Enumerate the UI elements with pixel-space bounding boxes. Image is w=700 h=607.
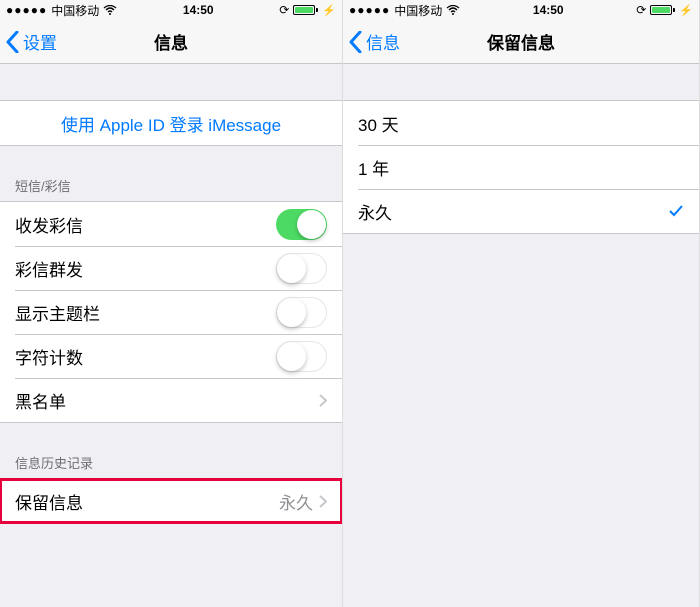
- screen-keep-messages: ●●●●● 中国移动 14:50 ⟳ ⚡ 信息 保留信息 30 天 1 年 永: [343, 0, 700, 607]
- back-label: 信息: [366, 29, 400, 54]
- carrier-label: 中国移动: [394, 2, 442, 19]
- option-label: 30 天: [358, 111, 684, 136]
- switch-group-mms[interactable]: [276, 253, 327, 284]
- row-label: 显示主题栏: [15, 300, 276, 325]
- status-bar: ●●●●● 中国移动 14:50 ⟳ ⚡: [343, 0, 699, 20]
- row-group-mms: 彩信群发: [0, 246, 342, 290]
- chevron-left-icon: [6, 31, 19, 53]
- rotation-lock-icon: ⟳: [636, 3, 646, 17]
- section-header-sms: 短信/彩信: [0, 170, 342, 201]
- nav-bar: 信息 保留信息: [343, 20, 699, 64]
- signal-dots-icon: ●●●●●: [6, 3, 47, 17]
- options-content: 30 天 1 年 永久: [343, 64, 699, 234]
- chevron-right-icon: [319, 394, 327, 407]
- row-value: 永久: [279, 489, 313, 514]
- clock: 14:50: [183, 3, 214, 17]
- back-button[interactable]: 信息: [343, 29, 400, 54]
- battery-icon: [650, 5, 675, 15]
- row-label: 黑名单: [15, 388, 319, 413]
- charging-icon: ⚡: [679, 4, 693, 17]
- switch-mms[interactable]: [276, 209, 327, 240]
- status-bar: ●●●●● 中国移动 14:50 ⟳ ⚡: [0, 0, 342, 20]
- row-keep-messages[interactable]: 保留信息 永久: [0, 479, 342, 523]
- settings-content: 使用 Apple ID 登录 iMessage 短信/彩信 收发彩信 彩信群发 …: [0, 64, 342, 524]
- option-label: 1 年: [358, 155, 684, 180]
- option-30-days[interactable]: 30 天: [343, 101, 699, 145]
- charging-icon: ⚡: [322, 4, 336, 17]
- nav-bar: 设置 信息: [0, 20, 342, 64]
- wifi-icon: [446, 5, 460, 15]
- row-label: 保留信息: [15, 489, 279, 514]
- checkmark-icon: [668, 203, 684, 219]
- screen-messages-settings: ●●●●● 中国移动 14:50 ⟳ ⚡ 设置 信息 使用 Apple ID 登…: [0, 0, 343, 607]
- row-subject-field: 显示主题栏: [0, 290, 342, 334]
- row-label: 彩信群发: [15, 256, 276, 281]
- option-forever[interactable]: 永久: [343, 189, 699, 233]
- row-blacklist[interactable]: 黑名单: [0, 378, 342, 422]
- section-header-history: 信息历史记录: [0, 447, 342, 478]
- wifi-icon: [103, 5, 117, 15]
- back-button[interactable]: 设置: [0, 29, 57, 54]
- row-mms: 收发彩信: [0, 202, 342, 246]
- apple-id-signin-link[interactable]: 使用 Apple ID 登录 iMessage: [0, 101, 342, 145]
- chevron-right-icon: [319, 495, 327, 508]
- chevron-left-icon: [349, 31, 362, 53]
- clock: 14:50: [533, 3, 564, 17]
- rotation-lock-icon: ⟳: [279, 3, 289, 17]
- signal-dots-icon: ●●●●●: [349, 3, 390, 17]
- row-label: 字符计数: [15, 344, 276, 369]
- row-label: 收发彩信: [15, 212, 276, 237]
- option-1-year[interactable]: 1 年: [343, 145, 699, 189]
- switch-char-count[interactable]: [276, 341, 327, 372]
- row-char-count: 字符计数: [0, 334, 342, 378]
- back-label: 设置: [23, 29, 57, 54]
- carrier-label: 中国移动: [51, 2, 99, 19]
- battery-icon: [293, 5, 318, 15]
- option-label: 永久: [358, 199, 668, 224]
- switch-subject-field[interactable]: [276, 297, 327, 328]
